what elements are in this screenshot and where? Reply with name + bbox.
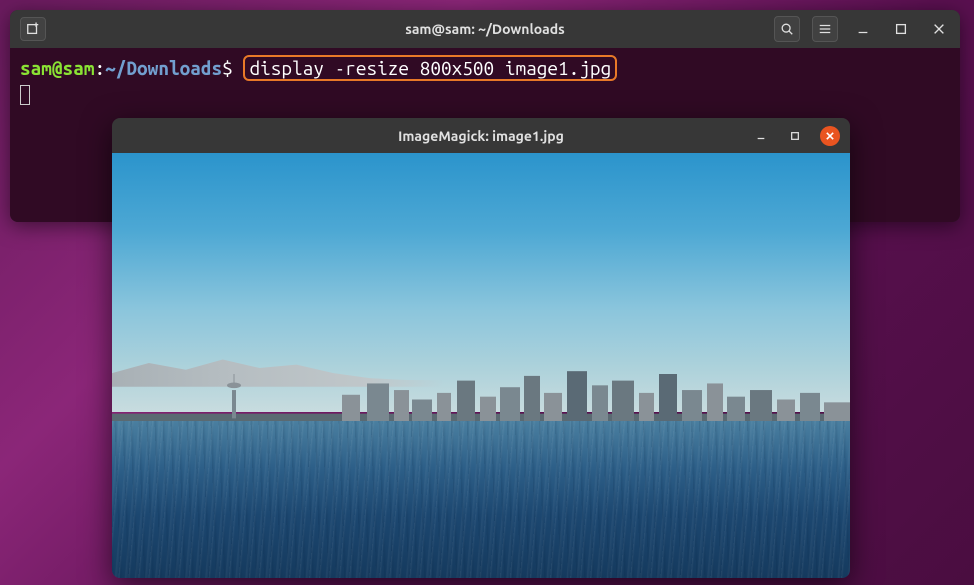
close-icon bbox=[932, 22, 946, 36]
image-content bbox=[112, 153, 850, 578]
minimize-icon bbox=[756, 131, 766, 141]
image-viewer-window: ImageMagick: image1.jpg bbox=[112, 118, 850, 578]
maximize-button[interactable] bbox=[786, 127, 804, 145]
minimize-button[interactable] bbox=[752, 127, 770, 145]
image-viewer-title: ImageMagick: image1.jpg bbox=[398, 128, 564, 144]
hamburger-menu-icon bbox=[818, 22, 832, 36]
menu-button[interactable] bbox=[812, 16, 838, 42]
close-button[interactable] bbox=[926, 16, 952, 42]
new-tab-icon bbox=[26, 22, 40, 36]
command-text: display -resize 800x500 image1.jpg bbox=[243, 55, 617, 81]
water-region bbox=[112, 421, 850, 578]
terminal-title: sam@sam: ~/Downloads bbox=[405, 21, 565, 37]
minimize-icon bbox=[856, 22, 870, 36]
minimize-button[interactable] bbox=[850, 16, 876, 42]
search-button[interactable] bbox=[774, 16, 800, 42]
maximize-icon bbox=[790, 131, 800, 141]
search-icon bbox=[780, 22, 794, 36]
image-viewer-controls bbox=[752, 126, 840, 146]
maximize-icon bbox=[894, 22, 908, 36]
close-button[interactable] bbox=[820, 126, 840, 146]
terminal-right-controls bbox=[774, 16, 952, 42]
maximize-button[interactable] bbox=[888, 16, 914, 42]
close-icon bbox=[826, 132, 834, 140]
prompt-symbol: $ bbox=[222, 57, 233, 79]
prompt-path: ~/Downloads bbox=[105, 57, 222, 79]
prompt-user-host: sam@sam bbox=[20, 57, 94, 79]
prompt-separator: : bbox=[94, 57, 105, 79]
terminal-titlebar[interactable]: sam@sam: ~/Downloads bbox=[10, 10, 960, 48]
terminal-line: sam@sam:~/Downloads$ display -resize 800… bbox=[20, 56, 950, 81]
image-viewer-titlebar[interactable]: ImageMagick: image1.jpg bbox=[112, 118, 850, 153]
new-tab-button[interactable] bbox=[20, 17, 46, 41]
terminal-cursor bbox=[20, 85, 30, 105]
